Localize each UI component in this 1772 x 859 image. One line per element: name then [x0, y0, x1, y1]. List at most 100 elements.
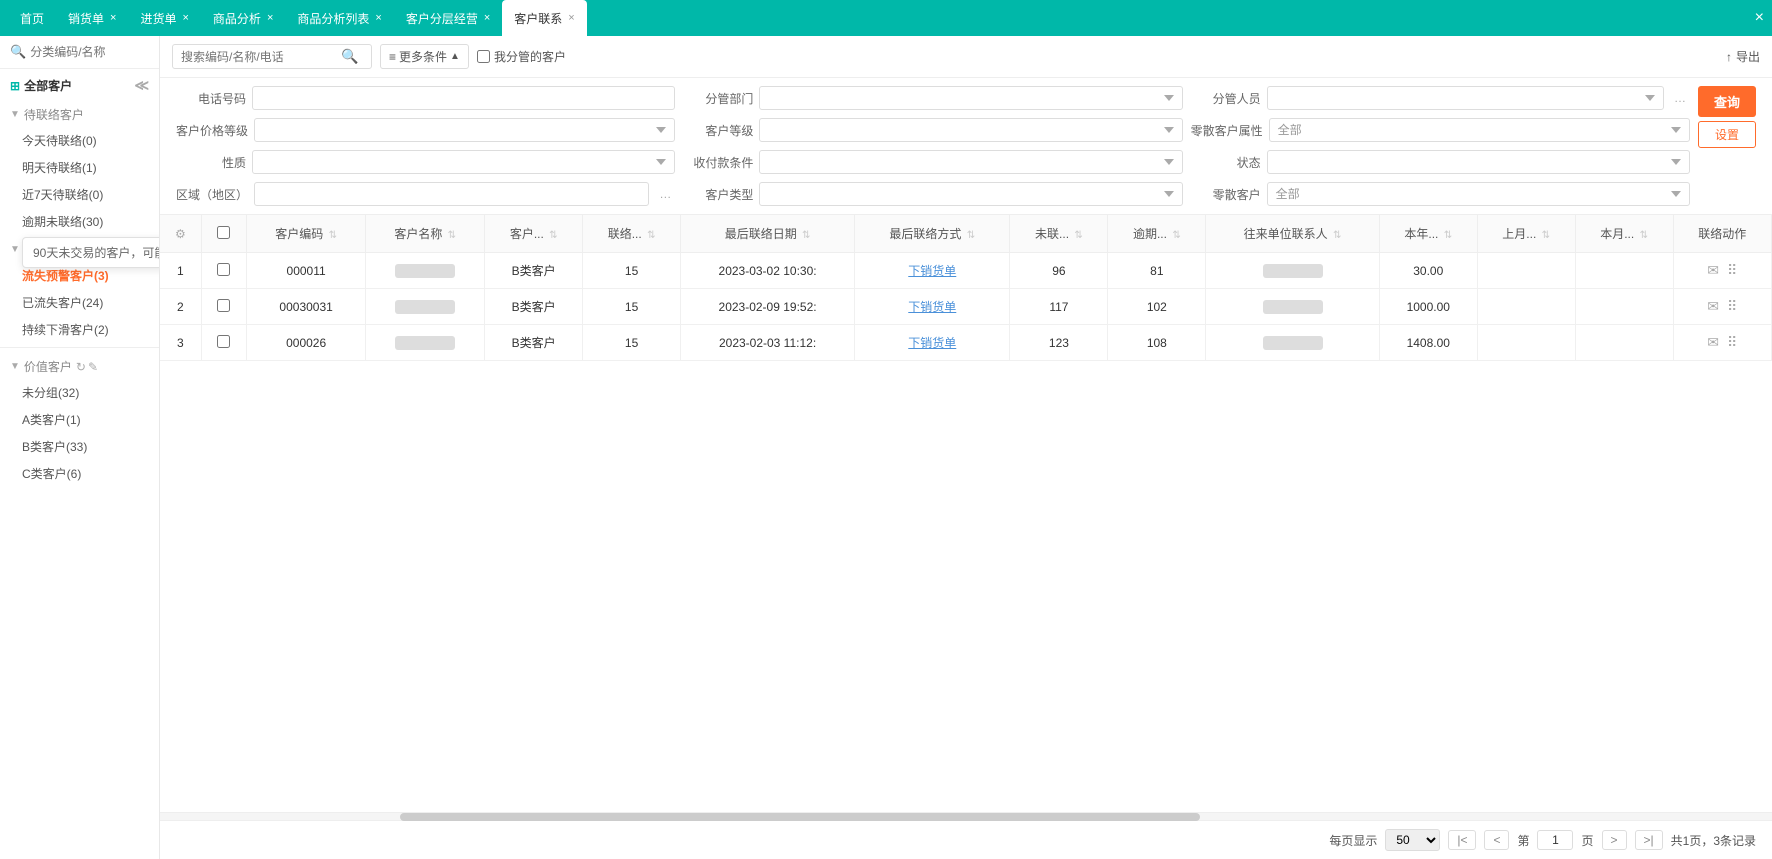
more-action-icon[interactable]: ⠿ [1727, 262, 1737, 279]
my-customers-checkbox[interactable] [477, 50, 490, 63]
row-checkbox[interactable] [217, 299, 230, 312]
filter-select-person[interactable] [1267, 86, 1664, 110]
th-uncontacted[interactable]: 未联... ⇅ [1010, 215, 1108, 253]
tab-sales[interactable]: 销货单 × [56, 0, 128, 36]
sidebar-item-class-c[interactable]: C类客户(6) [0, 460, 159, 487]
tab-purchase-close[interactable]: × [182, 12, 188, 24]
sidebar-item-7days[interactable]: 近7天待联络(0) [0, 181, 159, 208]
more-action-icon[interactable]: ⠿ [1727, 298, 1737, 315]
filter-select-price-level[interactable] [254, 118, 675, 142]
contact-action-icon[interactable]: ✉ [1707, 262, 1719, 279]
tab-purchase[interactable]: 进货单 × [128, 0, 200, 36]
query-button[interactable]: 查询 [1698, 86, 1756, 117]
th-contacts[interactable]: 往来单位联系人 ⇅ [1206, 215, 1380, 253]
sidebar-item-class-a[interactable]: A类客户(1) [0, 406, 159, 433]
th-this-month[interactable]: 本月... ⇅ [1575, 215, 1673, 253]
tab-home[interactable]: 首页 [8, 0, 56, 36]
filter-select-dept[interactable] [759, 86, 1182, 110]
filter-input-phone[interactable] [252, 86, 675, 110]
tab-customer-tier-close[interactable]: × [484, 12, 490, 24]
filter-select-retail-customer[interactable]: 全部 [1267, 182, 1690, 206]
th-overdue[interactable]: 逾期... ⇅ [1108, 215, 1206, 253]
sidebar-item-overdue-contact[interactable]: 逾期未联络(30) [0, 208, 159, 235]
tab-product-list[interactable]: 商品分析列表 × [285, 0, 393, 36]
row-checkbox[interactable] [217, 335, 230, 348]
sidebar-search-input[interactable] [30, 45, 149, 59]
close-all-tabs-btn[interactable]: × [1755, 9, 1764, 27]
first-page-btn[interactable]: |< [1448, 830, 1476, 850]
th-last-month[interactable]: 上月... ⇅ [1477, 215, 1575, 253]
my-customers-checkbox-label[interactable]: 我分管的客户 [477, 48, 566, 65]
export-btn[interactable]: ↑ 导出 [1726, 48, 1760, 65]
cell-code: 000026 [247, 325, 366, 361]
filter-dots-region[interactable]: … [655, 187, 675, 201]
row-checkbox[interactable] [217, 263, 230, 276]
tab-customer-tier[interactable]: 客户分层经营 × [394, 0, 502, 36]
cell-checkbox [201, 289, 246, 325]
sidebar-section-problem[interactable]: ▼ 问题客户 90天未交易的客户，可能有流失风险。 [0, 235, 159, 262]
filter-select-nature[interactable] [252, 150, 675, 174]
th-last-contact-method[interactable]: 最后联络方式 ⇅ [855, 215, 1010, 253]
select-all-checkbox[interactable] [217, 226, 230, 239]
toolbar-search-input[interactable] [181, 50, 341, 64]
toolbar-search-icon[interactable]: 🔍 [341, 48, 358, 65]
last-page-btn[interactable]: >| [1635, 830, 1663, 850]
filter-select-customer-type[interactable] [759, 182, 1182, 206]
sidebar-section-pending[interactable]: ▼ 待联络客户 [0, 100, 159, 127]
horizontal-scroll-thumb[interactable] [400, 813, 1200, 821]
value-refresh-icon[interactable]: ↻ [76, 360, 86, 374]
sidebar-all-customers[interactable]: ⊞ 全部客户 ≪ [0, 69, 159, 100]
next-page-btn[interactable]: > [1602, 830, 1627, 850]
th-name[interactable]: 客户名称 ⇅ [366, 215, 485, 253]
th-contact-count[interactable]: 联络... ⇅ [583, 215, 681, 253]
cell-last-date: 2023-02-09 19:52: [681, 289, 855, 325]
tab-sales-close[interactable]: × [110, 12, 116, 24]
more-action-icon[interactable]: ⠿ [1727, 334, 1737, 351]
tab-product-list-close[interactable]: × [375, 12, 381, 24]
cell-seq: 2 [160, 289, 201, 325]
settings-col-icon[interactable]: ⚙ [175, 227, 186, 241]
tab-customer-contact-close[interactable]: × [568, 12, 574, 24]
sidebar-item-class-b[interactable]: B类客户(33) [0, 433, 159, 460]
filter-icon: ≡ [389, 50, 396, 64]
page-input[interactable] [1537, 830, 1573, 850]
tab-product-analysis[interactable]: 商品分析 × [201, 0, 285, 36]
cell-last-month [1477, 289, 1575, 325]
th-this-year[interactable]: 本年... ⇅ [1379, 215, 1477, 253]
value-edit-icon[interactable]: ✎ [88, 360, 98, 374]
more-filter-btn[interactable]: ≡ 更多条件 ▲ [380, 44, 469, 69]
contact-method-link[interactable]: 下销货单 [908, 300, 956, 314]
contact-method-link[interactable]: 下销货单 [908, 264, 956, 278]
contact-method-link[interactable]: 下销货单 [908, 336, 956, 350]
sidebar-item-unclassified[interactable]: 未分组(32) [0, 379, 159, 406]
contact-action-icon[interactable]: ✉ [1707, 298, 1719, 315]
content-area: 🔍 ≡ 更多条件 ▲ 我分管的客户 ↑ 导出 [160, 36, 1772, 859]
filter-select-retail-attr[interactable]: 全部 [1269, 118, 1690, 142]
prev-page-btn[interactable]: < [1484, 830, 1509, 850]
tab-product-analysis-close[interactable]: × [267, 12, 273, 24]
contact-action-icon[interactable]: ✉ [1707, 334, 1719, 351]
my-customers-label: 我分管的客户 [494, 48, 566, 65]
th-code[interactable]: 客户编码 ⇅ [247, 215, 366, 253]
sidebar-collapse-icon[interactable]: ≪ [134, 77, 149, 94]
filter-select-status[interactable] [1267, 150, 1690, 174]
sidebar-section-value[interactable]: ▼ 价值客户 ↻ ✎ [0, 352, 159, 379]
filter-dots-person[interactable]: … [1670, 91, 1690, 105]
per-page-select[interactable]: 50 100 [1385, 829, 1440, 851]
filter-input-region[interactable] [254, 182, 649, 206]
settings-button[interactable]: 设置 [1698, 121, 1756, 148]
sidebar-item-tomorrow[interactable]: 明天待联络(1) [0, 154, 159, 181]
filter-label-payment: 收付款条件 [683, 154, 753, 171]
sidebar-item-churned[interactable]: 已流失客户(24) [0, 289, 159, 316]
sidebar-item-declining[interactable]: 持续下滑客户(2) [0, 316, 159, 343]
tab-customer-contact[interactable]: 客户联系 × [502, 0, 586, 36]
th-last-contact-date[interactable]: 最后联络日期 ⇅ [681, 215, 855, 253]
filter-select-customer-level[interactable] [759, 118, 1182, 142]
cell-last-date: 2023-02-03 11:12: [681, 325, 855, 361]
horizontal-scrollbar[interactable] [160, 812, 1772, 820]
section-pending-label: 待联络客户 [24, 106, 84, 123]
sidebar-item-today[interactable]: 今天待联络(0) [0, 127, 159, 154]
th-customer-type[interactable]: 客户... ⇅ [485, 215, 583, 253]
filter-select-payment[interactable] [759, 150, 1182, 174]
sidebar-item-today-label: 今天待联络(0) [22, 134, 97, 148]
